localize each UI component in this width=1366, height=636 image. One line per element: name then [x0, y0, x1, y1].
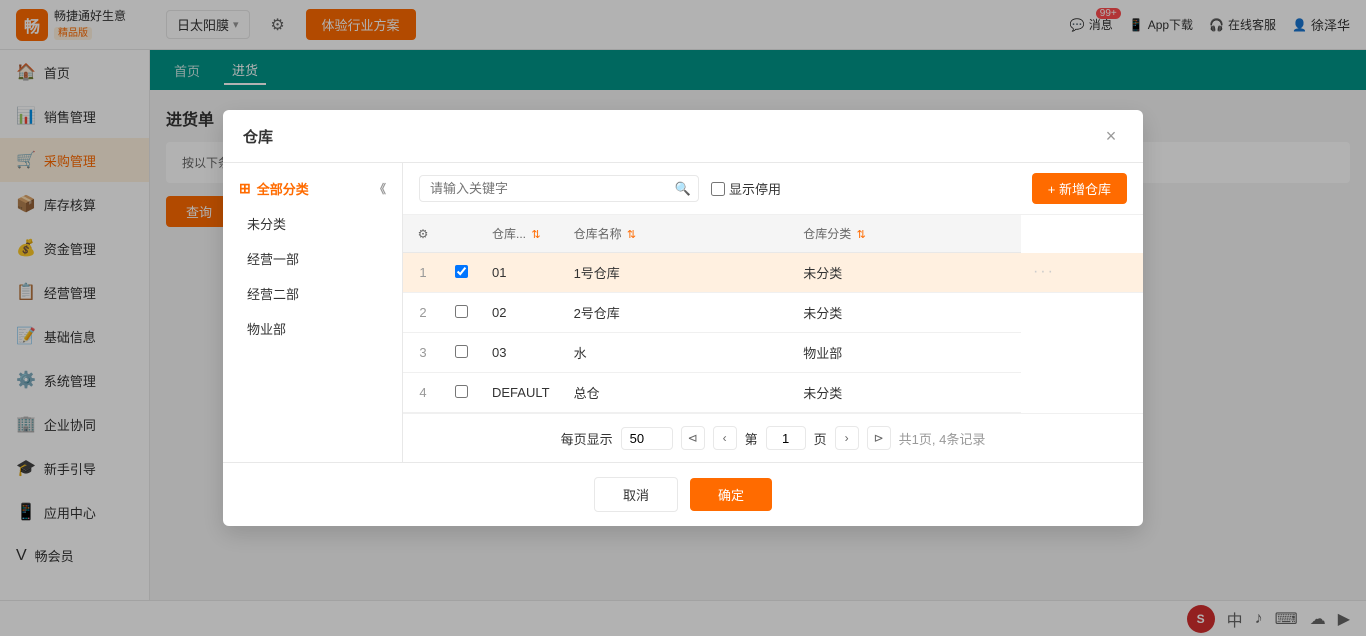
category-property[interactable]: 物业部 — [223, 311, 402, 346]
modal-body: ⊞ 全部分类 《 未分类 经营一部 经营二部 物业部 🔍 — [223, 163, 1143, 462]
row-checkbox[interactable] — [443, 253, 480, 293]
table-row[interactable]: 1 01 1号仓库 未分类 ··· — [403, 253, 1143, 293]
confirm-button[interactable]: 确定 — [690, 478, 772, 511]
row-name: 总仓 — [562, 373, 792, 413]
row-name: 水 — [562, 333, 792, 373]
cancel-button[interactable]: 取消 — [594, 477, 678, 512]
table-row[interactable]: 2 02 2号仓库 未分类 — [403, 293, 1143, 333]
row-actions[interactable]: ··· — [1021, 253, 1143, 293]
last-page-button[interactable]: ⊳ — [867, 426, 891, 450]
row-name: 1号仓库 — [562, 253, 792, 293]
row-category: 物业部 — [791, 333, 1021, 373]
sort-icon: ⇅ — [531, 229, 540, 241]
table-row[interactable]: 3 03 水 物业部 — [403, 333, 1143, 373]
per-page-label: 每页显示 — [561, 429, 613, 448]
next-page-button[interactable]: › — [835, 426, 859, 450]
warehouse-table: ⚙ 仓库... ⇅ 仓库名称 ⇅ — [403, 215, 1143, 413]
category-dept2[interactable]: 经营二部 — [223, 276, 402, 311]
category-panel: ⊞ 全部分类 《 未分类 经营一部 经营二部 物业部 — [223, 163, 403, 462]
table-row[interactable]: 4 DEFAULT 总仓 未分类 — [403, 373, 1143, 413]
search-icon[interactable]: 🔍 — [675, 181, 691, 197]
row-code: 01 — [480, 253, 562, 293]
row-settings[interactable]: 1 — [403, 253, 443, 293]
modal-close-button[interactable]: × — [1099, 124, 1123, 148]
row-category: 未分类 — [791, 253, 1021, 293]
category-dept1[interactable]: 经营一部 — [223, 241, 402, 276]
total-info: 共1页, 4条记录 — [899, 429, 986, 448]
modal-header: 仓库 × — [223, 110, 1143, 163]
show-disabled-label[interactable]: 显示停用 — [711, 179, 781, 198]
page-unit: 页 — [814, 429, 827, 448]
page-number-input[interactable] — [766, 426, 806, 450]
row-code: 03 — [480, 333, 562, 373]
table-header-row: ⚙ 仓库... ⇅ 仓库名称 ⇅ — [403, 215, 1143, 253]
pagination: 每页显示 50 20 100 ⊲ ‹ 第 页 › ⊳ 共1页, 4条记录 — [403, 413, 1143, 462]
col-checkbox — [443, 215, 480, 253]
grid-icon: ⊞ — [239, 180, 251, 197]
sort-icon: ⇅ — [627, 229, 636, 241]
category-unclassified[interactable]: 未分类 — [223, 206, 402, 241]
sort-icon: ⇅ — [857, 229, 866, 241]
row-code: DEFAULT — [480, 373, 562, 413]
row-checkbox[interactable] — [443, 293, 480, 333]
row-checkbox[interactable] — [443, 333, 480, 373]
row-code: 02 — [480, 293, 562, 333]
modal-footer: 取消 确定 — [223, 462, 1143, 526]
right-panel: 🔍 显示停用 + 新增仓库 ⚙ — [403, 163, 1143, 462]
row-checkbox[interactable] — [443, 373, 480, 413]
prev-page-button[interactable]: ‹ — [713, 426, 737, 450]
show-disabled-checkbox[interactable] — [711, 182, 725, 196]
col-code[interactable]: 仓库... ⇅ — [480, 215, 562, 253]
warehouse-table-wrap: ⚙ 仓库... ⇅ 仓库名称 ⇅ — [403, 215, 1143, 413]
col-name[interactable]: 仓库名称 ⇅ — [562, 215, 792, 253]
modal-title: 仓库 — [243, 126, 273, 147]
row-settings[interactable]: 3 — [403, 333, 443, 373]
search-bar: 🔍 显示停用 + 新增仓库 — [403, 163, 1143, 215]
per-page-select[interactable]: 50 20 100 — [621, 427, 673, 450]
search-input[interactable] — [419, 175, 699, 202]
all-category-item[interactable]: ⊞ 全部分类 《 — [223, 171, 402, 206]
search-input-wrap: 🔍 — [419, 175, 699, 202]
row-category: 未分类 — [791, 373, 1021, 413]
modal-overlay[interactable]: 仓库 × ⊞ 全部分类 《 未分类 经营一部 经营二部 物业部 — [0, 0, 1366, 636]
row-name: 2号仓库 — [562, 293, 792, 333]
all-category-label: 全部分类 — [257, 179, 309, 198]
row-settings[interactable]: 2 — [403, 293, 443, 333]
collapse-icon[interactable]: 《 — [374, 180, 386, 197]
row-settings[interactable]: 4 — [403, 373, 443, 413]
warehouse-modal: 仓库 × ⊞ 全部分类 《 未分类 经营一部 经营二部 物业部 — [223, 110, 1143, 526]
page-label: 第 — [745, 429, 758, 448]
row-category: 未分类 — [791, 293, 1021, 333]
first-page-button[interactable]: ⊲ — [681, 426, 705, 450]
col-settings: ⚙ — [403, 215, 443, 253]
add-warehouse-button[interactable]: + 新增仓库 — [1032, 173, 1127, 204]
col-category[interactable]: 仓库分类 ⇅ — [791, 215, 1021, 253]
